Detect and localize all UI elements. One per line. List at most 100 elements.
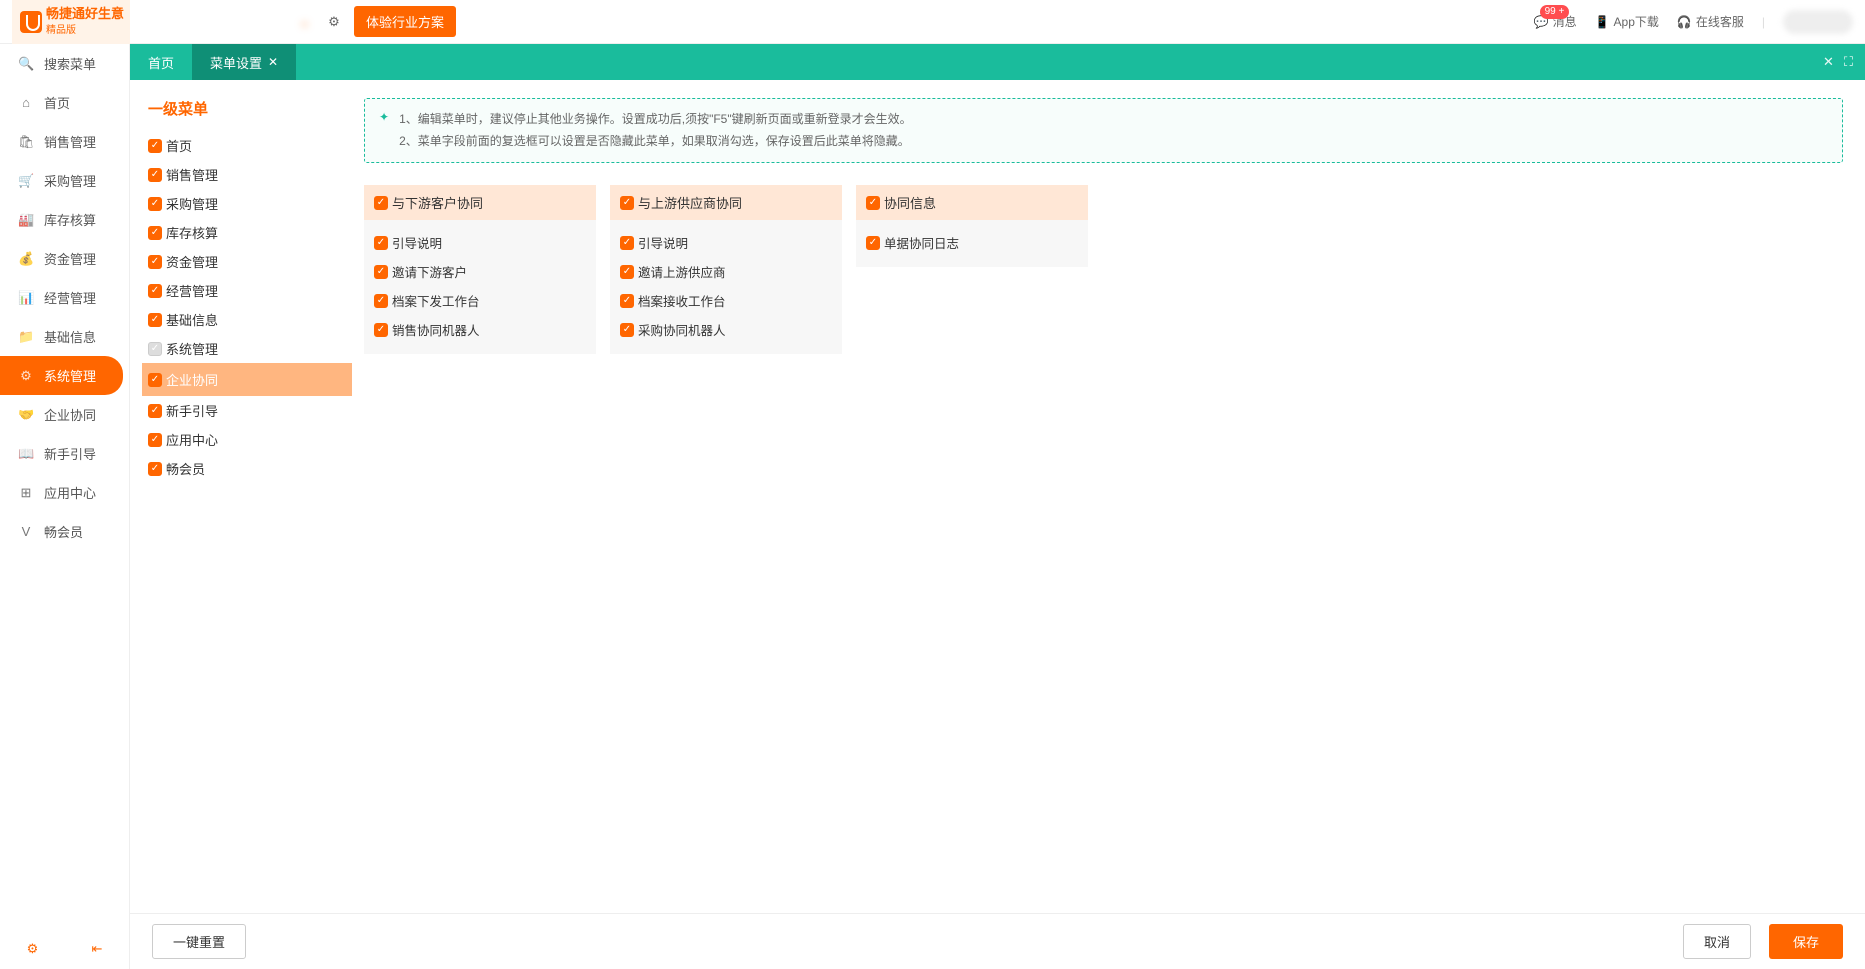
menu-group-item[interactable]: 档案接收工作台 [620,286,832,315]
checkbox[interactable] [374,323,388,337]
menu-group-head[interactable]: 与下游客户协同 [364,185,596,220]
settings-icon[interactable]: ⚙ [27,941,39,957]
report-icon: 📊 [18,290,34,306]
menu-group-item[interactable]: 销售协同机器人 [374,315,586,344]
level1-item[interactable]: 企业协同 [142,363,352,396]
checkbox[interactable] [148,433,162,447]
level1-item[interactable]: 基础信息 [148,305,352,334]
sidebar-item-cart[interactable]: 🛒采购管理 [0,161,129,200]
checkbox[interactable] [866,196,880,210]
sidebar-item-fund[interactable]: 💰资金管理 [0,239,129,278]
online-service-button[interactable]: 🎧 在线客服 [1677,13,1744,30]
checkbox[interactable] [148,168,162,182]
industry-plan-button[interactable]: 体验行业方案 [354,6,456,37]
checkbox[interactable] [374,294,388,308]
checkbox[interactable] [148,404,162,418]
tab-home[interactable]: 首页 [130,44,192,80]
sidebar-item-label: 新手引导 [44,444,96,463]
sidebar-item-base[interactable]: 📁基础信息 [0,317,129,356]
app-download-button[interactable]: 📱 App下载 [1595,13,1659,30]
tip-line-1: 1、编辑菜单时，建议停止其他业务操作。设置成功后,须按"F5"键刷新页面或重新登… [399,109,912,131]
close-icon[interactable]: ✕ [268,55,278,69]
checkbox[interactable] [148,462,162,476]
sidebar-item-sys[interactable]: ⚙系统管理 [0,356,123,395]
sidebar-item-stock[interactable]: 🏭库存核算 [0,200,129,239]
level1-item[interactable]: 应用中心 [148,425,352,454]
sidebar-item-label: 基础信息 [44,327,96,346]
checkbox[interactable] [148,284,162,298]
level1-item[interactable]: 经营管理 [148,276,352,305]
checkbox[interactable] [148,255,162,269]
level1-item-label: 系统管理 [166,339,218,358]
sidebar-item-home[interactable]: ⌂首页 [0,83,129,122]
level1-item[interactable]: 采购管理 [148,189,352,218]
separator: | [1762,15,1765,29]
menu-group-title: 与上游供应商协同 [638,193,742,212]
gear-icon[interactable]: ⚙ [320,14,348,30]
checkbox[interactable] [620,236,634,250]
sidebar-item-label: 资金管理 [44,249,96,268]
checkbox[interactable] [374,196,388,210]
company-selector[interactable]: ⌄ [130,7,320,37]
checkbox[interactable] [620,323,634,337]
level1-item[interactable]: 库存核算 [148,218,352,247]
checkbox[interactable] [148,313,162,327]
level1-item[interactable]: 首页 [148,131,352,160]
checkbox[interactable] [148,373,162,387]
level1-item-label: 库存核算 [166,223,218,242]
tab-menu-settings-label: 菜单设置 [210,53,262,72]
level1-item-label: 基础信息 [166,310,218,329]
level1-item[interactable]: 畅会员 [148,454,352,483]
menu-group-head[interactable]: 与上游供应商协同 [610,185,842,220]
checkbox[interactable] [148,226,162,240]
appc-icon: ⊞ [18,485,34,501]
sidebar-item-report[interactable]: 📊经营管理 [0,278,129,317]
menu-group-item[interactable]: 邀请下游客户 [374,257,586,286]
sidebar-item-search[interactable]: 🔍搜索菜单 [0,44,129,83]
sidebar-item-bag[interactable]: 🛍销售管理 [0,122,129,161]
sidebar-item-guide[interactable]: 📖新手引导 [0,434,129,473]
sidebar-item-appc[interactable]: ⊞应用中心 [0,473,129,512]
checkbox[interactable] [374,265,388,279]
level1-item[interactable]: 系统管理 [148,334,352,363]
level1-item[interactable]: 新手引导 [148,396,352,425]
menu-group-title: 协同信息 [884,193,936,212]
level1-item[interactable]: 资金管理 [148,247,352,276]
collapse-icon[interactable]: ⇤ [91,941,102,957]
sidebar-item-label: 首页 [44,93,70,112]
save-button[interactable]: 保存 [1769,924,1843,959]
fullscreen-icon[interactable]: ⛶ [1844,54,1853,70]
checkbox[interactable] [148,342,162,356]
menu-group-item[interactable]: 采购协同机器人 [620,315,832,344]
menu-group-item[interactable]: 档案下发工作台 [374,286,586,315]
sidebar-item-vip[interactable]: V畅会员 [0,512,129,551]
menu-group-item[interactable]: 引导说明 [620,228,832,257]
level1-item[interactable]: 销售管理 [148,160,352,189]
search-icon: 🔍 [18,56,34,72]
close-all-icon[interactable]: ✕ [1823,54,1834,70]
menu-group-head[interactable]: 协同信息 [856,185,1088,220]
reset-button[interactable]: 一键重置 [152,924,246,959]
cancel-button[interactable]: 取消 [1683,924,1751,959]
checkbox[interactable] [374,236,388,250]
level1-item-label: 销售管理 [166,165,218,184]
tab-menu-settings[interactable]: 菜单设置 ✕ [192,44,296,80]
checkbox[interactable] [620,265,634,279]
checkbox[interactable] [620,294,634,308]
avatar[interactable] [1783,10,1853,34]
chevron-down-icon: ⌄ [299,14,310,30]
messages-button[interactable]: 💬 99 + 消息 [1534,13,1577,30]
checkbox[interactable] [148,139,162,153]
checkbox[interactable] [148,197,162,211]
menu-group-item[interactable]: 单据协同日志 [866,228,1078,257]
checkbox[interactable] [620,196,634,210]
sidebar-item-label: 销售管理 [44,132,96,151]
menu-group-item[interactable]: 邀请上游供应商 [620,257,832,286]
sidebar-item-collab[interactable]: 🤝企业协同 [0,395,129,434]
menu-group-item[interactable]: 引导说明 [374,228,586,257]
level1-item-label: 资金管理 [166,252,218,271]
menu-group-item-label: 邀请下游客户 [392,262,467,281]
level1-item-label: 企业协同 [166,370,218,389]
checkbox[interactable] [866,236,880,250]
logo-icon [20,11,42,33]
